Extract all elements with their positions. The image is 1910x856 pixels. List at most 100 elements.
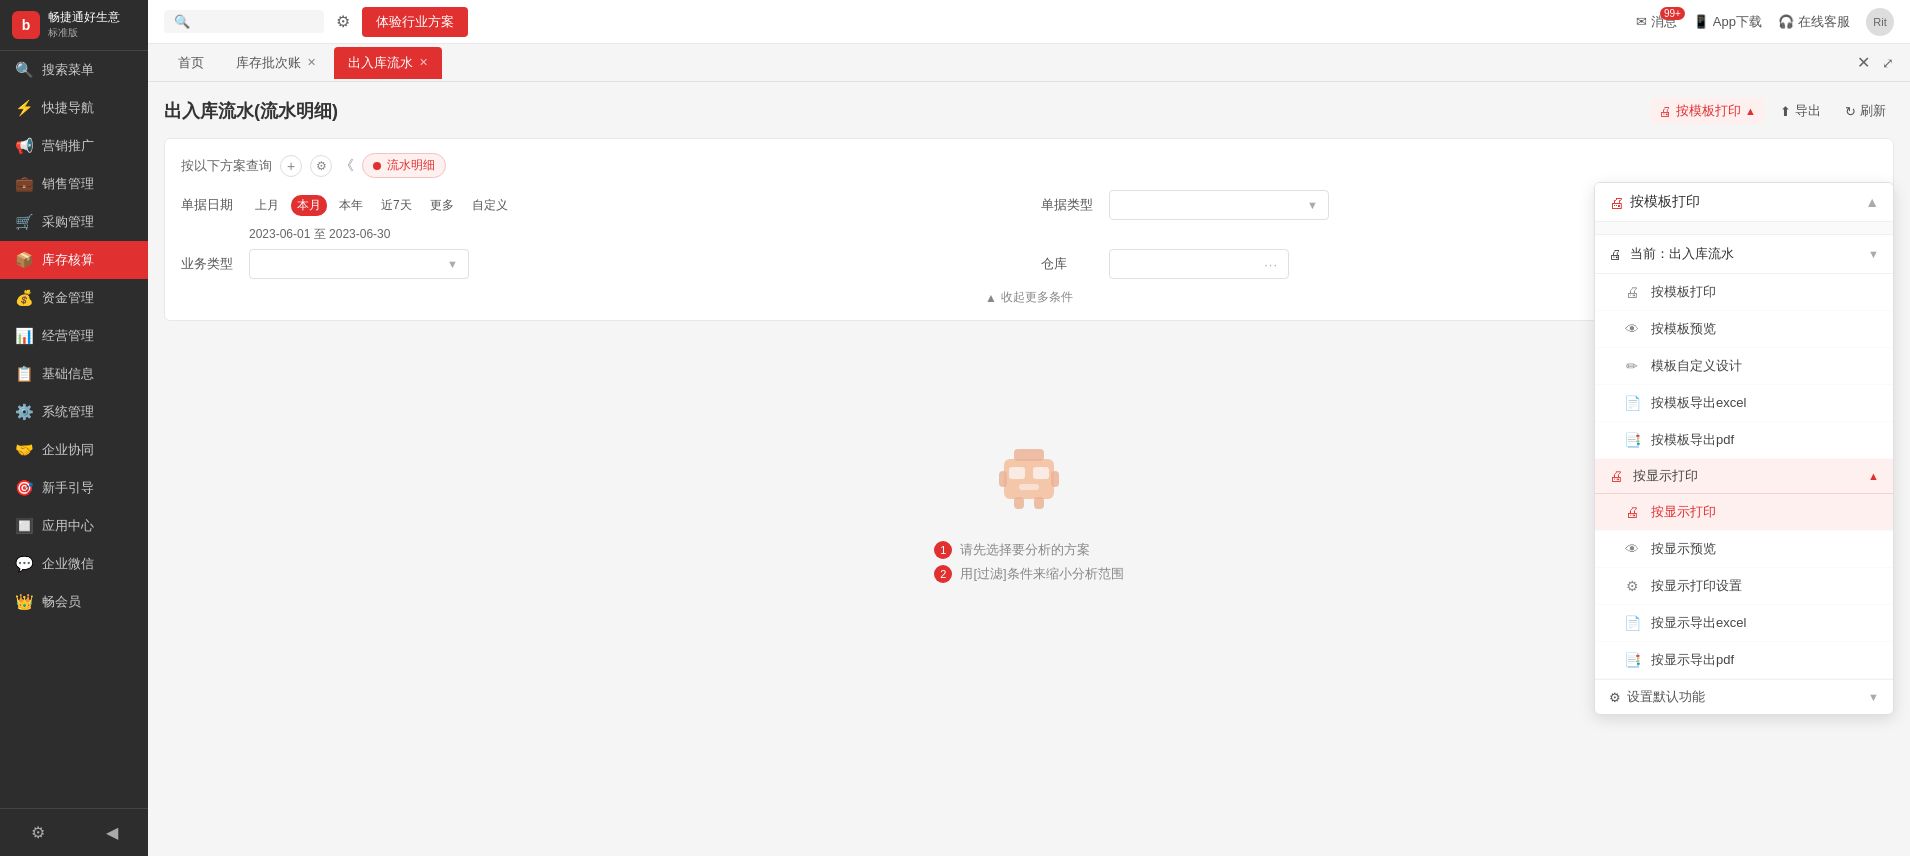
sidebar: b 畅捷通好生意 标准版 🔍 搜索菜单 ⚡ 快捷导航 📢 营销推广 💼 销售管理… [0,0,148,856]
sidebar-item-basic[interactable]: 📋 基础信息 [0,355,148,393]
tab-batch-account[interactable]: 库存批次账 ✕ [222,47,330,79]
display-print-icon: 🖨 [1623,504,1641,520]
settings-gear-btn[interactable]: ⚙ [25,817,51,848]
user-avatar-item[interactable]: Rit [1866,8,1894,36]
filter-tag-flow[interactable]: 流水明细 [362,153,446,178]
dropdown-item-template-preview[interactable]: 👁 按模板预览 [1595,311,1893,348]
sidebar-item-system[interactable]: ⚙️ 系统管理 [0,393,148,431]
footer-label: 设置默认功能 [1627,688,1705,706]
sidebar-item-operations[interactable]: 📊 经营管理 [0,317,148,355]
template-print-label: 按模板打印 [1651,283,1716,301]
date-opt-custom[interactable]: 自定义 [466,195,514,216]
refresh-icon: ↻ [1845,104,1856,119]
sidebar-item-wechat[interactable]: 💬 企业微信 [0,545,148,583]
dropdown-item-template-excel[interactable]: 📄 按模板导出excel [1595,385,1893,422]
svg-rect-1 [1009,467,1025,479]
topbar-gear-icon[interactable]: ⚙ [336,12,350,31]
topbar-search-box[interactable]: 🔍 [164,10,324,33]
svg-rect-5 [999,471,1007,487]
export-label: 导出 [1795,102,1821,120]
filter-doctype-select[interactable]: ▼ [1109,190,1329,220]
marketing-icon: 📢 [14,137,34,155]
dropdown-current-item[interactable]: 🖨 当前：出入库流水 ▼ [1595,235,1893,274]
date-opt-this-year[interactable]: 本年 [333,195,369,216]
display-print-group-arrow: ▲ [1868,470,1879,482]
collapse-sidebar-btn[interactable]: ◀ [100,817,124,848]
warehouse-more-icon: ··· [1264,257,1278,272]
tab-batch-account-close[interactable]: ✕ [307,56,316,69]
filter-tag-label: 流水明细 [387,157,435,174]
template-pdf-label: 按模板导出pdf [1651,431,1734,449]
refresh-btn[interactable]: ↻ 刷新 [1837,98,1894,124]
sidebar-item-label: 企业协同 [42,441,94,459]
refresh-label: 刷新 [1860,102,1886,120]
app-download-label: App下载 [1713,13,1762,31]
sidebar-item-label: 销售管理 [42,175,94,193]
filter-date-options: 上月 本月 本年 近7天 更多 自定义 [249,195,514,216]
dropdown-header: 🖨 按模板打印 ▲ [1595,183,1893,222]
message-icon-item[interactable]: ✉ 消息 99+ [1636,13,1677,31]
footer-arrow-icon: ▼ [1868,691,1879,703]
dropdown-item-display-print[interactable]: 🖨 按显示打印 [1595,494,1893,531]
close-tab-btn[interactable]: ✕ [1853,51,1874,74]
online-service-item[interactable]: 🎧 在线客服 [1778,13,1850,31]
sidebar-item-quick-nav[interactable]: ⚡ 快捷导航 [0,89,148,127]
sidebar-item-purchase[interactable]: 🛒 采购管理 [0,203,148,241]
dropdown-footer[interactable]: ⚙ 设置默认功能 ▼ [1595,679,1893,714]
filter-biztype-select[interactable]: ▼ [249,249,469,279]
sidebar-item-vip[interactable]: 👑 畅会员 [0,583,148,621]
message-icon: ✉ [1636,14,1647,29]
filter-setting-btn[interactable]: ⚙ [310,155,332,177]
template-custom-icon: ✏ [1623,358,1641,374]
dropdown-collapse-btn[interactable]: ▲ [1865,194,1879,210]
expand-tab-btn[interactable]: ⤢ [1882,55,1894,71]
print-template-btn[interactable]: 🖨 按模板打印 ▲ [1651,98,1764,124]
sidebar-item-label: 畅会员 [42,593,81,611]
date-opt-more[interactable]: 更多 [424,195,460,216]
display-print-group-label: 按显示打印 [1633,467,1698,485]
dropdown-item-template-print[interactable]: 🖨 按模板打印 [1595,274,1893,311]
sidebar-item-app-center[interactable]: 🔲 应用中心 [0,507,148,545]
basic-icon: 📋 [14,365,34,383]
dropdown-item-display-preview[interactable]: 👁 按显示预览 [1595,531,1893,568]
dropdown-item-display-print-settings[interactable]: ⚙ 按显示打印设置 [1595,568,1893,605]
display-print-group-icon: 🖨 [1609,468,1623,484]
page-right-actions: 🖨 按模板打印 ▲ ⬆ 导出 ↻ 刷新 [1651,98,1894,124]
tab-flow[interactable]: 出入库流水 ✕ [334,47,442,79]
date-opt-this-month[interactable]: 本月 [291,195,327,216]
dropdown-item-template-pdf[interactable]: 📑 按模板导出pdf [1595,422,1893,459]
filter-add-btn[interactable]: + [280,155,302,177]
template-preview-icon: 👁 [1623,321,1641,337]
filter-warehouse-select[interactable]: ··· [1109,249,1289,279]
svg-rect-3 [1019,484,1039,490]
step-1-text: 请先选择要分析的方案 [960,541,1090,559]
industry-btn[interactable]: 体验行业方案 [362,7,468,37]
tab-batch-account-label: 库存批次账 [236,54,301,72]
date-opt-last-month[interactable]: 上月 [249,195,285,216]
date-opt-7days[interactable]: 近7天 [375,195,418,216]
filter-field-date: 单据日期 上月 本月 本年 近7天 更多 自定义 [181,195,1017,216]
sidebar-item-inventory[interactable]: 📦 库存核算 [0,241,148,279]
export-btn[interactable]: ⬆ 导出 [1772,98,1829,124]
print-dropdown-panel: 🖨 按模板打印 ▲ 🖨 当前：出入库流水 ▼ 🖨 按模板打印 � [1594,182,1894,715]
app-download-item[interactable]: 📱 App下载 [1693,13,1762,31]
collapse-text: 收起更多条件 [1001,289,1073,306]
display-print-group-header[interactable]: 🖨 按显示打印 ▲ [1595,459,1893,494]
template-print-icon: 🖨 [1623,284,1641,300]
sidebar-item-finance[interactable]: 💰 资金管理 [0,279,148,317]
wechat-icon: 💬 [14,555,34,573]
display-pdf-icon: 📑 [1623,652,1641,668]
sidebar-item-newbie[interactable]: 🎯 新手引导 [0,469,148,507]
topbar-search-input[interactable] [196,15,296,29]
sidebar-item-sales[interactable]: 💼 销售管理 [0,165,148,203]
dropdown-item-display-pdf[interactable]: 📑 按显示导出pdf [1595,642,1893,679]
dropdown-item-display-excel[interactable]: 📄 按显示导出excel [1595,605,1893,642]
dropdown-item-template-custom[interactable]: ✏ 模板自定义设计 [1595,348,1893,385]
tab-home[interactable]: 首页 [164,47,218,79]
tab-flow-close[interactable]: ✕ [419,56,428,69]
sidebar-item-marketing[interactable]: 📢 营销推广 [0,127,148,165]
sidebar-item-search[interactable]: 🔍 搜索菜单 [0,51,148,89]
sidebar-item-cooperation[interactable]: 🤝 企业协同 [0,431,148,469]
app-name: 畅捷通好生意 [48,10,120,26]
filter-collapse-icon[interactable]: 《 [340,157,354,175]
